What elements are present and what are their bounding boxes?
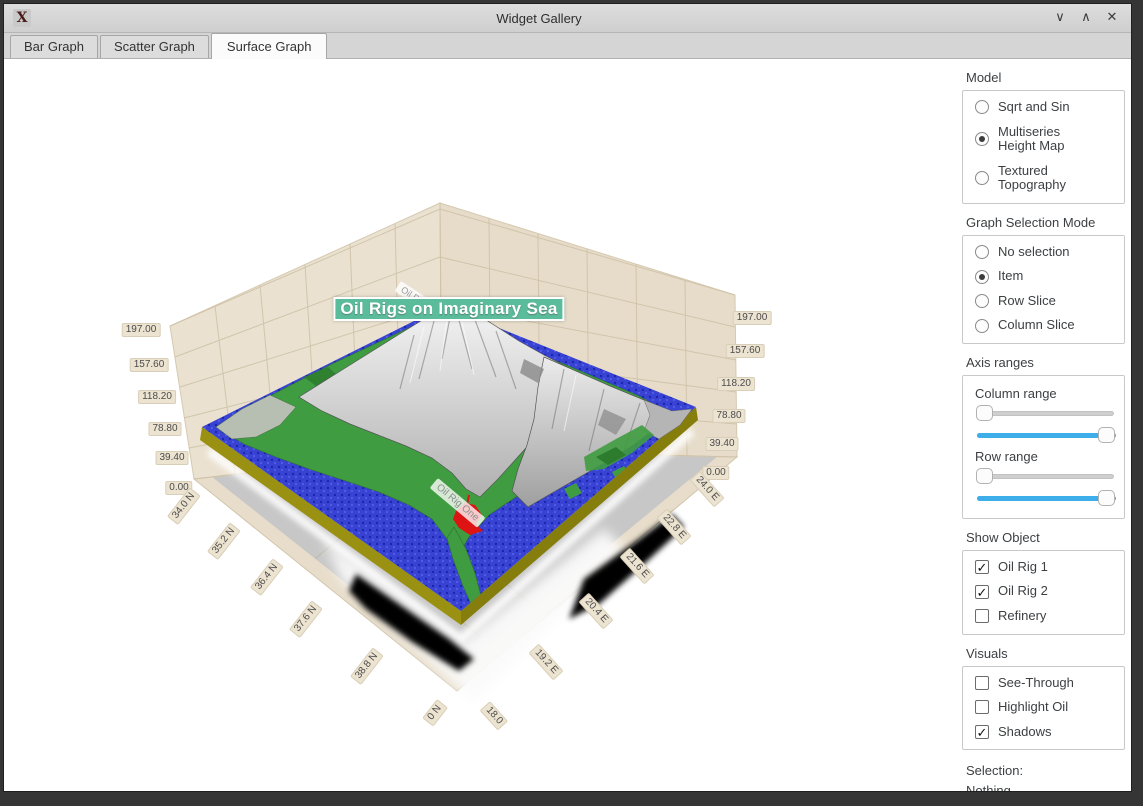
checkbox-icon [975, 609, 989, 623]
slider-handle[interactable] [976, 468, 993, 484]
chart-title: Oil Rigs on Imaginary Sea [333, 297, 564, 321]
selection-mode-radio-row-slice[interactable]: Row Slice [975, 294, 1116, 309]
checkbox-icon [975, 700, 989, 714]
visuals-checkbox-highlight-oil[interactable]: Highlight Oil [975, 700, 1116, 715]
selection-label: Selection: [966, 761, 1125, 781]
model-radio-textured-topography[interactable]: Textured Topography [975, 164, 1116, 193]
show-object-checkbox-oil-rig-2[interactable]: ✓ Oil Rig 2 [975, 584, 1116, 599]
minimize-button[interactable]: ∨ [1047, 6, 1073, 30]
z-tick-right-197-00: 197.00 [733, 311, 772, 325]
checkbox-icon: ✓ [975, 585, 989, 599]
selection-mode-radio-no-selection[interactable]: No selection [975, 245, 1116, 260]
maximize-icon: ∧ [1081, 10, 1091, 25]
z-tick-right-118-20: 118.20 [717, 377, 755, 391]
z-tick-left-39-40: 39.40 [155, 451, 188, 465]
column-range-group: Column range [975, 386, 1116, 443]
window-title: Widget Gallery [31, 11, 1047, 26]
radio-icon [975, 171, 989, 185]
show-object-section-label: Show Object [966, 530, 1125, 545]
selection-mode-section-label: Graph Selection Mode [966, 215, 1125, 230]
row-range-group: Row range [975, 449, 1116, 506]
model-radio-multiseries-height-map[interactable]: Multiseries Height Map [975, 125, 1116, 154]
checkbox-icon [975, 676, 989, 690]
radio-icon [975, 294, 989, 308]
radio-icon [975, 100, 989, 114]
show-object-checkbox-oil-rig-1[interactable]: ✓ Oil Rig 1 [975, 560, 1116, 575]
z-tick-left-118-20: 118.20 [138, 390, 176, 404]
selection-mode-groupbox: No selection Item Row Slice Column Slice [962, 235, 1125, 344]
close-icon: ✕ [1107, 10, 1118, 25]
visuals-section-label: Visuals [966, 646, 1125, 661]
model-section-label: Model [966, 70, 1125, 85]
tab-page-surface-graph: Oil Rig Two Oil Rigs on Imaginary Sea Oi… [4, 59, 1131, 791]
checkbox-icon: ✓ [975, 725, 989, 739]
z-tick-right-39-40: 39.40 [705, 437, 738, 451]
maximize-button[interactable]: ∧ [1073, 6, 1099, 30]
radio-icon [975, 245, 989, 259]
slider-handle[interactable] [1098, 427, 1115, 443]
visuals-checkbox-shadows[interactable]: ✓ Shadows [975, 725, 1116, 740]
radio-icon [975, 319, 989, 333]
model-groupbox: Sqrt and Sin Multiseries Height Map Text… [962, 90, 1125, 204]
close-button[interactable]: ✕ [1099, 6, 1125, 30]
radio-icon [975, 132, 989, 146]
row-range-max-slider[interactable] [976, 490, 1115, 506]
row-range-min-slider[interactable] [976, 468, 1115, 484]
app-icon: X [13, 9, 31, 27]
selection-mode-radio-item[interactable]: Item [975, 269, 1116, 284]
show-object-groupbox: ✓ Oil Rig 1 ✓ Oil Rig 2 Refinery [962, 550, 1125, 635]
settings-panel: Model Sqrt and Sin Multiseries Height Ma… [962, 59, 1131, 791]
checkbox-icon: ✓ [975, 560, 989, 574]
slider-handle[interactable] [1098, 490, 1115, 506]
surface-graph-canvas[interactable]: Oil Rig Two Oil Rigs on Imaginary Sea Oi… [4, 59, 962, 791]
selection-value: Nothing [966, 781, 1125, 791]
selection-mode-radio-column-slice[interactable]: Column Slice [975, 318, 1116, 333]
tab-surface-graph[interactable]: Surface Graph [211, 33, 328, 59]
z-tick-left-157-60: 157.60 [130, 358, 169, 372]
radio-icon [975, 270, 989, 284]
title-bar[interactable]: X Widget Gallery ∨ ∧ ✕ [4, 4, 1131, 33]
visuals-groupbox: See-Through Highlight Oil ✓ Shadows [962, 666, 1125, 751]
show-object-checkbox-refinery[interactable]: Refinery [975, 609, 1116, 624]
column-range-min-slider[interactable] [976, 405, 1115, 421]
axis-ranges-groupbox: Column range Row range [962, 375, 1125, 519]
z-tick-left-197-00: 197.00 [122, 323, 161, 337]
tab-bar-graph[interactable]: Bar Graph [10, 35, 98, 58]
z-tick-right-78-80: 78.80 [712, 409, 745, 423]
column-range-max-slider[interactable] [976, 427, 1115, 443]
model-radio-sqrt-and-sin[interactable]: Sqrt and Sin [975, 100, 1116, 115]
tab-bar: Bar GraphScatter GraphSurface Graph [4, 33, 1131, 59]
axis-ranges-section-label: Axis ranges [966, 355, 1125, 370]
app-window: X Widget Gallery ∨ ∧ ✕ Bar GraphScatter … [3, 3, 1132, 792]
range-label: Row range [975, 449, 1116, 464]
visuals-checkbox-see-through[interactable]: See-Through [975, 676, 1116, 691]
minimize-icon: ∨ [1055, 10, 1065, 25]
slider-handle[interactable] [976, 405, 993, 421]
tab-scatter-graph[interactable]: Scatter Graph [100, 35, 209, 58]
z-tick-left-78-80: 78.80 [148, 422, 181, 436]
z-tick-right-157-60: 157.60 [726, 344, 765, 358]
range-label: Column range [975, 386, 1116, 401]
